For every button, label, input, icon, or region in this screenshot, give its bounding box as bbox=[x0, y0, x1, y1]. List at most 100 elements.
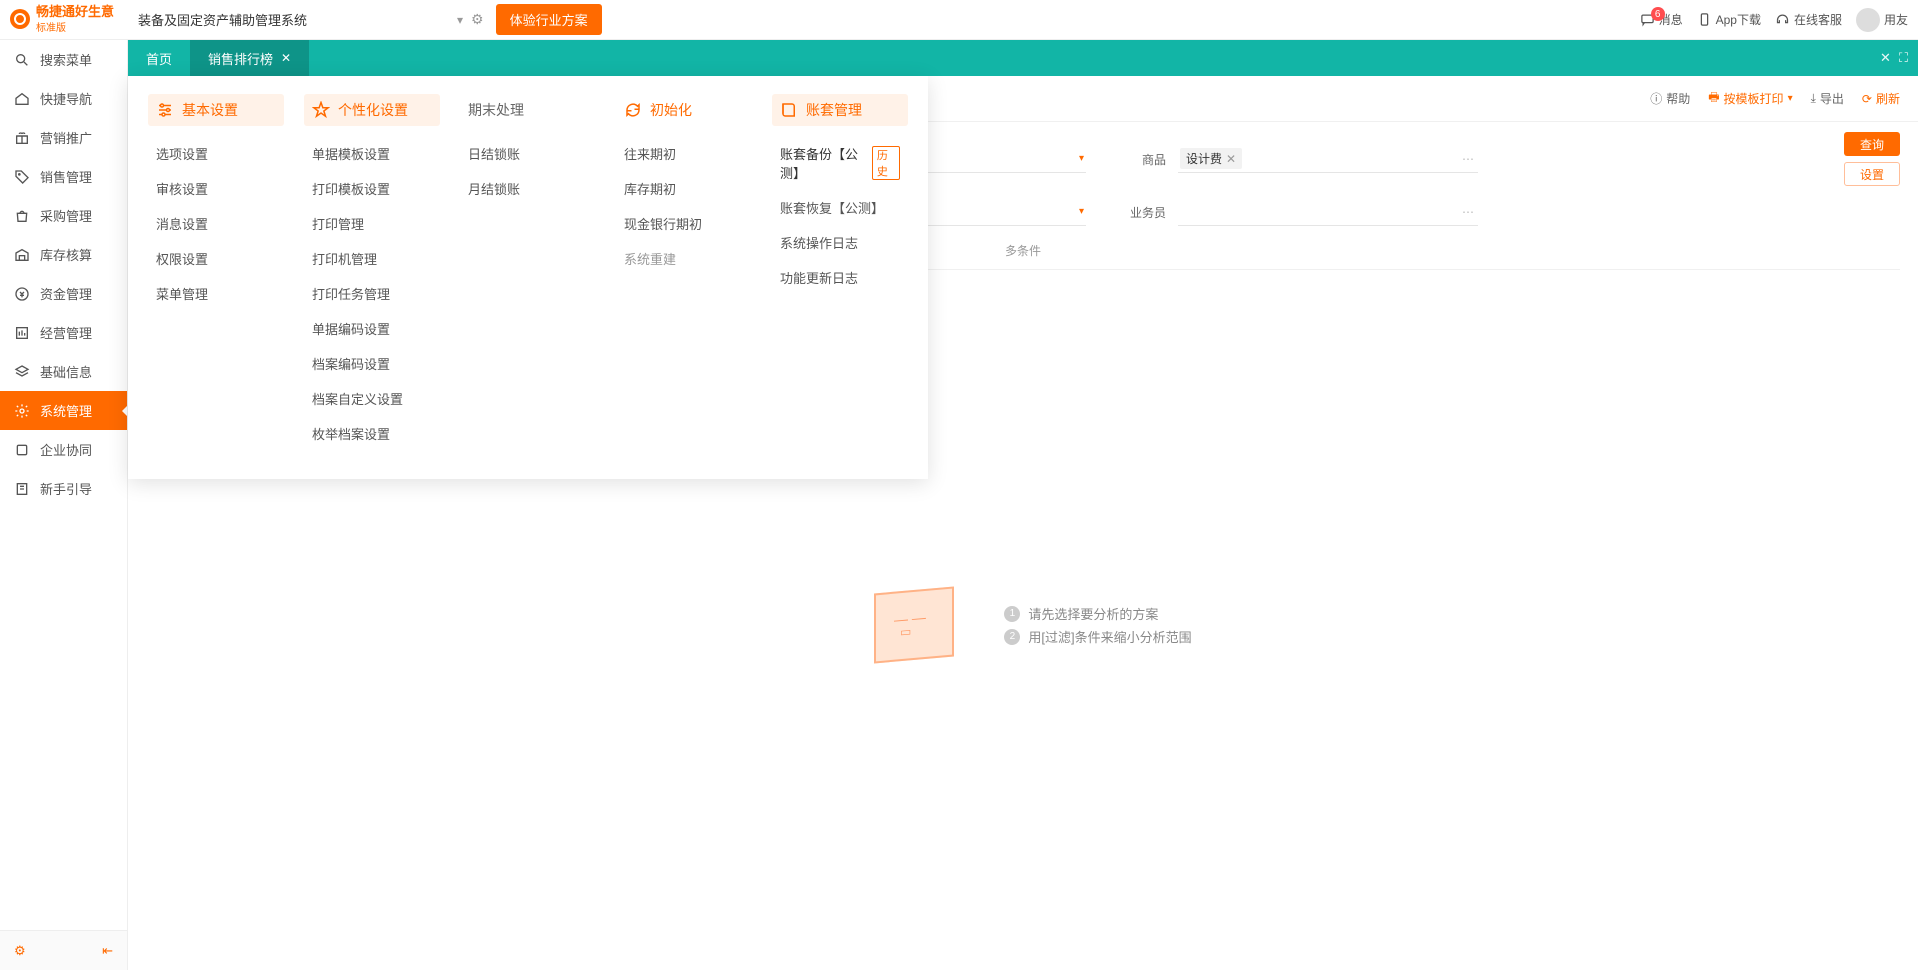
star-icon bbox=[312, 101, 330, 119]
mm-item-enum-archive[interactable]: 枚举档案设置 bbox=[304, 416, 440, 451]
logo[interactable]: 畅捷通好生意 标准版 bbox=[10, 5, 128, 34]
tab-home[interactable]: 首页 bbox=[128, 40, 190, 76]
sidebar-item-basicinfo[interactable]: 基础信息 bbox=[0, 352, 127, 391]
empty-step-2: 2用[过滤]条件来缩小分析范围 bbox=[1004, 627, 1191, 646]
mm-head-personal: 个性化设置 bbox=[304, 94, 440, 126]
mm-item-monthly-lock[interactable]: 月结锁账 bbox=[460, 171, 596, 206]
team-icon bbox=[14, 442, 30, 458]
close-all-icon[interactable]: ✕ bbox=[1880, 50, 1891, 66]
mm-item-daily-lock[interactable]: 日结锁账 bbox=[460, 136, 596, 171]
history-badge[interactable]: 历史 bbox=[872, 146, 900, 180]
tabstrip-actions: ✕ ⛶ bbox=[1880, 40, 1918, 76]
mm-item-doc-template[interactable]: 单据模板设置 bbox=[304, 136, 440, 171]
settings-icon[interactable]: ⚙ bbox=[14, 943, 26, 959]
sidebar-item-quicknav[interactable]: 快捷导航 bbox=[0, 79, 127, 118]
export-button[interactable]: ⤓导出 bbox=[1811, 90, 1844, 107]
sidebar-item-marketing[interactable]: 营销推广 bbox=[0, 118, 127, 157]
trial-button[interactable]: 体验行业方案 bbox=[496, 4, 602, 35]
refresh-icon bbox=[624, 101, 642, 119]
mm-item-print-template[interactable]: 打印模板设置 bbox=[304, 171, 440, 206]
brand-edition: 标准版 bbox=[36, 19, 114, 34]
mm-item-permission[interactable]: 权限设置 bbox=[148, 241, 284, 276]
close-icon[interactable]: ✕ bbox=[281, 51, 291, 65]
mm-item-printer-mgmt[interactable]: 打印机管理 bbox=[304, 241, 440, 276]
refresh-button[interactable]: ⟳刷新 bbox=[1862, 90, 1900, 107]
mm-col-basic: 基本设置 选项设置 审核设置 消息设置 权限设置 菜单管理 bbox=[138, 94, 294, 451]
sidebar-item-sales[interactable]: 销售管理 bbox=[0, 157, 127, 196]
more-icon[interactable]: ⋯ bbox=[1462, 205, 1476, 219]
chevron-down-icon: ▾ bbox=[457, 13, 463, 27]
chevron-down-icon: ▾ bbox=[1079, 206, 1084, 217]
layers-icon bbox=[14, 364, 30, 380]
more-icon[interactable]: ⋯ bbox=[1462, 152, 1476, 166]
online-service[interactable]: 在线客服 bbox=[1775, 11, 1842, 28]
mm-item-cash-init[interactable]: 现金银行期初 bbox=[616, 206, 752, 241]
mm-item-print-task[interactable]: 打印任务管理 bbox=[304, 276, 440, 311]
mm-item-print-mgmt[interactable]: 打印管理 bbox=[304, 206, 440, 241]
mm-item-doc-code[interactable]: 单据编码设置 bbox=[304, 311, 440, 346]
mm-head-basic: 基本设置 bbox=[148, 94, 284, 126]
chart-icon bbox=[14, 325, 30, 341]
sidebar-item-operation[interactable]: 经营管理 bbox=[0, 313, 127, 352]
messages-button[interactable]: 消息 6 bbox=[1640, 11, 1683, 28]
sidebar-item-collab[interactable]: 企业协同 bbox=[0, 430, 127, 469]
system-name: 装备及固定资产辅助管理系统 bbox=[138, 10, 307, 29]
mm-col-account: 账套管理 账套备份【公测】 历史 账套恢复【公测】 系统操作日志 功能更新日志 bbox=[762, 94, 918, 451]
system-mega-menu: 基本设置 选项设置 审核设置 消息设置 权限设置 菜单管理 个性化设置 单据模板… bbox=[128, 76, 928, 479]
mm-item-system-rebuild[interactable]: 系统重建 bbox=[616, 241, 752, 276]
sidebar-item-system[interactable]: 系统管理 bbox=[0, 391, 127, 430]
topbar: 畅捷通好生意 标准版 装备及固定资产辅助管理系统 ▾ ⚙ 体验行业方案 消息 6… bbox=[0, 0, 1918, 40]
search-icon bbox=[14, 52, 30, 68]
sidebar: 搜索菜单 快捷导航 营销推广 销售管理 采购管理 库存核算 资金管理 经营管理 … bbox=[0, 40, 128, 970]
money-icon bbox=[14, 286, 30, 302]
gear-icon[interactable]: ⚙ bbox=[471, 11, 484, 28]
mm-col-init: 初始化 往来期初 库存期初 现金银行期初 系统重建 bbox=[606, 94, 762, 451]
gear-icon bbox=[14, 403, 30, 419]
mm-item-message[interactable]: 消息设置 bbox=[148, 206, 284, 241]
fullscreen-icon[interactable]: ⛶ bbox=[1899, 50, 1908, 66]
empty-illustration bbox=[854, 570, 974, 680]
mm-head-init: 初始化 bbox=[616, 94, 752, 126]
guide-icon bbox=[14, 481, 30, 497]
tab-sales-ranking[interactable]: 销售排行榜 ✕ bbox=[190, 40, 309, 76]
sidebar-item-funds[interactable]: 资金管理 bbox=[0, 274, 127, 313]
app-download[interactable]: App下载 bbox=[1697, 11, 1761, 28]
filter-sales-input[interactable]: ⋯ bbox=[1178, 198, 1478, 226]
settings-button[interactable]: 设置 bbox=[1844, 162, 1900, 186]
system-selector[interactable]: 装备及固定资产辅助管理系统 ▾ ⚙ 体验行业方案 bbox=[138, 4, 602, 35]
mm-item-menu[interactable]: 菜单管理 bbox=[148, 276, 284, 311]
mm-item-backup[interactable]: 账套备份【公测】 历史 bbox=[772, 136, 908, 190]
query-button[interactable]: 查询 bbox=[1844, 132, 1900, 156]
help-button[interactable]: ⓘ帮助 bbox=[1650, 90, 1690, 107]
sidebar-item-inventory[interactable]: 库存核算 bbox=[0, 235, 127, 274]
mm-item-updatelog[interactable]: 功能更新日志 bbox=[772, 260, 908, 295]
mm-head-periodend: 期末处理 bbox=[460, 94, 596, 126]
book-icon bbox=[780, 101, 798, 119]
sidebar-item-search[interactable]: 搜索菜单 bbox=[0, 40, 127, 79]
mm-item-ar-init[interactable]: 往来期初 bbox=[616, 136, 752, 171]
filter-hidden-1[interactable]: ▾ bbox=[906, 145, 1086, 173]
mm-item-oplog[interactable]: 系统操作日志 bbox=[772, 225, 908, 260]
chevron-down-icon: ▾ bbox=[1079, 153, 1084, 164]
chip-remove-icon[interactable]: ✕ bbox=[1226, 152, 1236, 166]
mm-item-stock-init[interactable]: 库存期初 bbox=[616, 171, 752, 206]
mm-item-archive-custom[interactable]: 档案自定义设置 bbox=[304, 381, 440, 416]
sidebar-footer: ⚙ ⇤ bbox=[0, 930, 127, 970]
print-icon: 🖶 bbox=[1708, 88, 1719, 109]
messages-badge: 6 bbox=[1651, 7, 1665, 21]
mm-item-restore[interactable]: 账套恢复【公测】 bbox=[772, 190, 908, 225]
user-menu[interactable]: 用友 bbox=[1856, 8, 1908, 32]
sidebar-item-purchase[interactable]: 采购管理 bbox=[0, 196, 127, 235]
mm-item-audit[interactable]: 审核设置 bbox=[148, 171, 284, 206]
mm-item-archive-code[interactable]: 档案编码设置 bbox=[304, 346, 440, 381]
mm-item-options[interactable]: 选项设置 bbox=[148, 136, 284, 171]
print-button[interactable]: 🖶按模板打印▾ bbox=[1708, 88, 1792, 109]
filter-hidden-2[interactable]: ▾ bbox=[906, 198, 1086, 226]
filter-product-input[interactable]: 设计费✕ ⋯ bbox=[1178, 145, 1478, 173]
collapse-icon[interactable]: ⇤ bbox=[102, 943, 113, 959]
sidebar-item-guide[interactable]: 新手引导 bbox=[0, 469, 127, 508]
mm-col-periodend: 期末处理 日结锁账 月结锁账 bbox=[450, 94, 606, 451]
brand-icon bbox=[10, 9, 30, 29]
empty-step-1: 1请先选择要分析的方案 bbox=[1004, 604, 1191, 623]
bag-icon bbox=[14, 208, 30, 224]
